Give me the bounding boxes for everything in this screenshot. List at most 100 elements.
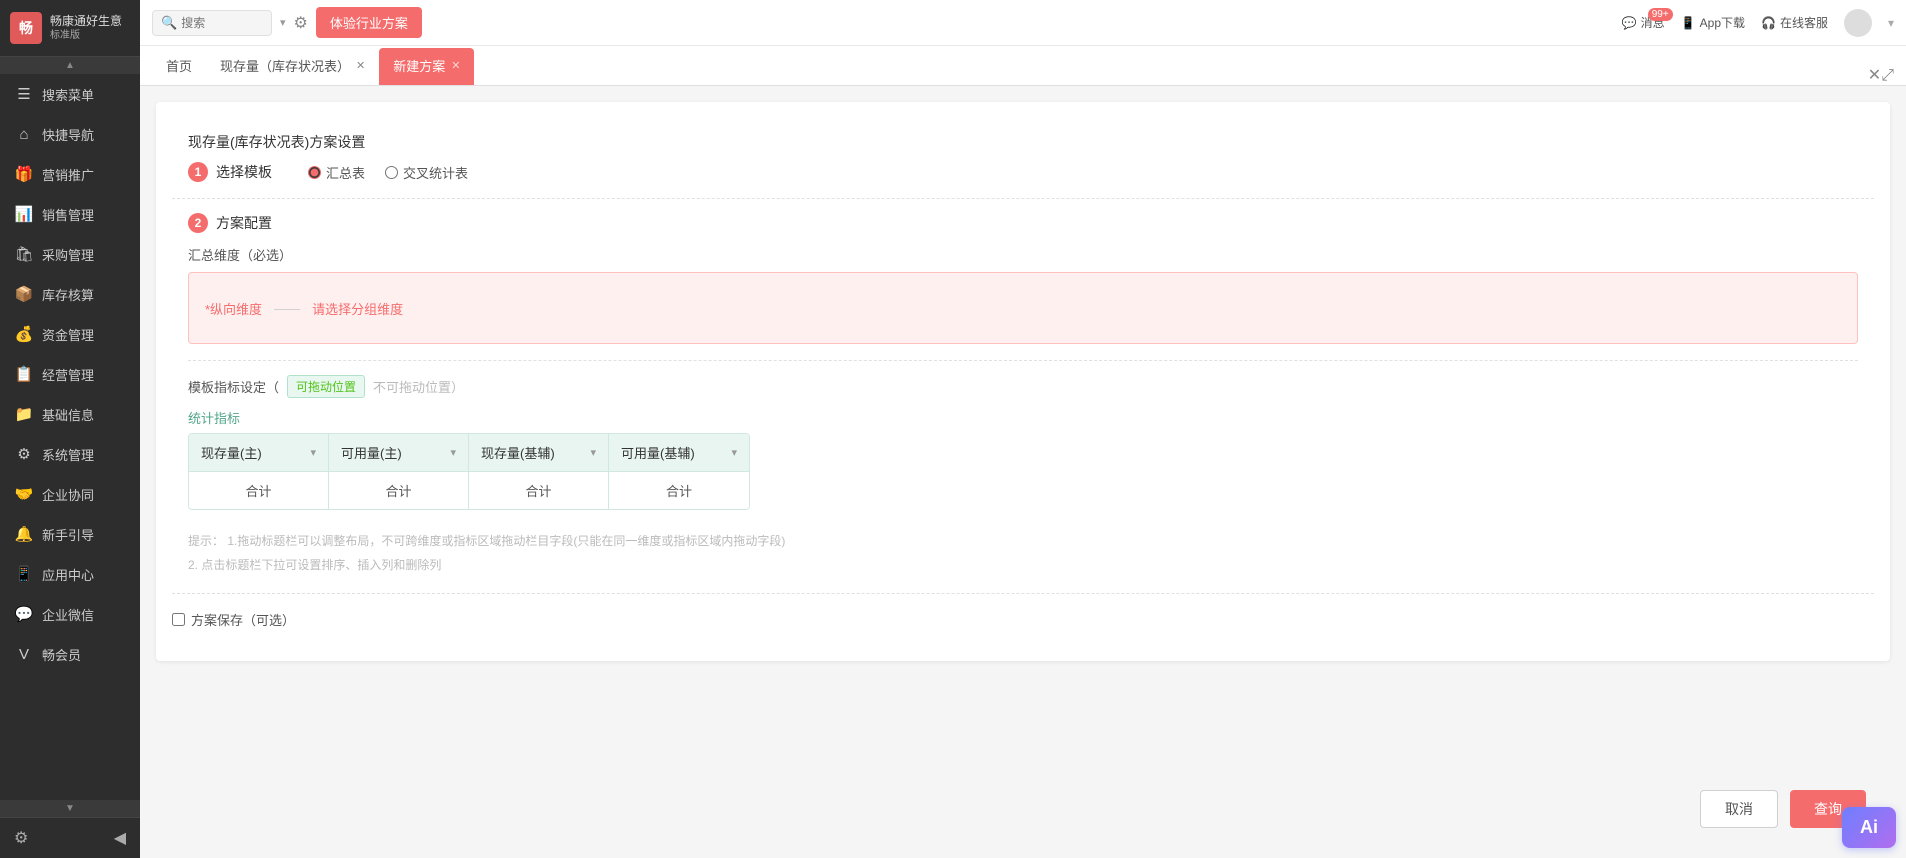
management-icon: 📋 [14, 364, 34, 384]
sidebar-item-purchase[interactable]: 🛍 采购管理 [0, 234, 140, 274]
sidebar-item-app-center[interactable]: 📱 应用中心 [0, 554, 140, 594]
dim-label: 汇总维度（必选） [188, 245, 1858, 264]
sidebar-item-inventory[interactable]: 📦 库存核算 [0, 274, 140, 314]
section1-title: 选择模板 [216, 162, 272, 182]
ai-button[interactable]: Ai [1842, 807, 1896, 848]
sidebar-footer: ⚙ ◀ [0, 817, 140, 858]
hint-title: 提示： 1.拖动标题栏可以调整布局，不可跨维度或指标区域拖动栏目字段(只能在同一… [188, 529, 1858, 553]
radio-cross[interactable]: 交叉统计表 [385, 163, 468, 182]
col-header-3[interactable]: 可用量(基辅) ▾ [609, 434, 749, 471]
col-header-2[interactable]: 现存量(基辅) ▾ [469, 434, 609, 471]
topbar-online-service[interactable]: 🎧 在线客服 [1761, 14, 1828, 31]
radio-summary[interactable]: 汇总表 [308, 163, 365, 182]
sidebar-item-sales[interactable]: 📊 销售管理 [0, 194, 140, 234]
system-icon: ⚙ [14, 444, 34, 464]
section2-header: 2 方案配置 [188, 213, 1858, 233]
draggable-badge: 可拖动位置 [287, 375, 365, 398]
dim-dash: —— [274, 301, 300, 316]
save-checkbox[interactable] [172, 613, 185, 626]
topbar-search-input[interactable] [181, 16, 261, 30]
col-header-1[interactable]: 可用量(主) ▾ [329, 434, 469, 471]
tab-new-plan-close-icon[interactable]: ✕ [451, 59, 460, 72]
radio-summary-input[interactable] [308, 166, 321, 179]
content-area: 现存量(库存状况表)方案设置 1 选择模板 汇总表 交叉统计表 [140, 86, 1906, 858]
stats-table-body: 合计 合计 合计 合计 [189, 471, 749, 509]
sidebar-item-marketing[interactable]: 🎁 营销推广 [0, 154, 140, 194]
tab-inventory-close-icon[interactable]: ✕ [356, 59, 365, 72]
service-icon: 🎧 [1761, 16, 1776, 30]
username[interactable]: ▾ [1888, 16, 1894, 30]
tab-inventory-status[interactable]: 现存量（库存状况表） ✕ [206, 48, 379, 85]
sidebar-item-quicknav[interactable]: ⌂ 快捷导航 [0, 114, 140, 154]
main-area: 🔍 ▾ ⚙ 体验行业方案 💬 消息 99+ 📱 App下载 🎧 在线客服 ▾ [140, 0, 1906, 858]
sidebar-scroll-up[interactable]: ▲ [0, 57, 140, 74]
brand-icon: 畅 [10, 12, 42, 44]
topbar-search-box: 🔍 [152, 10, 272, 36]
section2-title: 方案配置 [216, 213, 272, 233]
hint-box: 提示： 1.拖动标题栏可以调整布局，不可跨维度或指标区域拖动栏目字段(只能在同一… [188, 529, 1858, 577]
window-close-btn[interactable]: ✕ [1868, 65, 1881, 85]
topbar-dropdown-arrow[interactable]: ▾ [280, 16, 286, 29]
divider-1 [172, 198, 1874, 199]
template-options: 汇总表 交叉统计表 [308, 163, 468, 182]
col-dropdown-3[interactable]: ▾ [731, 446, 737, 459]
sidebar-item-member[interactable]: V 畅会员 [0, 634, 140, 674]
sidebar-item-cooperation[interactable]: 🤝 企业协同 [0, 474, 140, 514]
gift-icon: 🎁 [14, 164, 34, 184]
stats-table-header: 现存量(主) ▾ 可用量(主) ▾ 现存量(基辅) ▾ 可用量(基辅) [189, 434, 749, 471]
divider-3 [172, 593, 1874, 594]
tab-new-plan[interactable]: 新建方案 ✕ [379, 48, 474, 85]
footer-settings-icon[interactable]: ⚙ [14, 828, 28, 848]
section2-num: 2 [188, 213, 208, 233]
footer-collapse-icon[interactable]: ◀ [114, 828, 126, 848]
hint-2: 2. 点击标题栏下拉可设置排序、插入列和删除列 [188, 553, 1858, 577]
sales-icon: 📊 [14, 204, 34, 224]
app-icon: 📱 [1681, 16, 1696, 30]
sidebar-item-wechat[interactable]: 💬 企业微信 [0, 594, 140, 634]
sidebar-item-basic-info[interactable]: 📁 基础信息 [0, 394, 140, 434]
cancel-button[interactable]: 取消 [1700, 790, 1778, 828]
radio-cross-input[interactable] [385, 166, 398, 179]
cell-1: 合计 [329, 472, 469, 509]
topbar-settings-icon[interactable]: ⚙ [294, 13, 308, 33]
topbar-messages[interactable]: 💬 消息 99+ [1622, 14, 1665, 31]
sidebar: 畅 畅康通好生意 标准版 ▲ ☰ 搜索菜单 ⌂ 快捷导航 🎁 营销推广 📊 销售… [0, 0, 140, 858]
col-dropdown-0[interactable]: ▾ [310, 446, 316, 459]
stats-section-label: 统计指标 [188, 408, 1858, 427]
tab-home[interactable]: 首页 [152, 48, 206, 85]
dim-required-star: *纵向维度 [205, 299, 262, 318]
user-avatar[interactable] [1844, 9, 1872, 37]
guide-icon: 🔔 [14, 524, 34, 544]
section-plan-config: 2 方案配置 汇总维度（必选） *纵向维度 —— 请选择分组维度 模板指标设定（… [188, 213, 1858, 577]
topbar-app-download[interactable]: 📱 App下载 [1681, 14, 1745, 31]
search-menu-icon: ☰ [14, 84, 34, 104]
topbar-search-icon: 🔍 [161, 15, 177, 31]
topbar: 🔍 ▾ ⚙ 体验行业方案 💬 消息 99+ 📱 App下载 🎧 在线客服 ▾ [140, 0, 1906, 46]
sidebar-item-search[interactable]: ☰ 搜索菜单 [0, 74, 140, 114]
cell-2: 合计 [469, 472, 609, 509]
tabbar: 首页 现存量（库存状况表） ✕ 新建方案 ✕ ✕ ⤢ [140, 46, 1906, 86]
dim-placeholder[interactable]: 请选择分组维度 [312, 299, 403, 318]
sidebar-item-finance[interactable]: 💰 资金管理 [0, 314, 140, 354]
brand-text: 畅康通好生意 标准版 [50, 13, 122, 44]
dimension-box: *纵向维度 —— 请选择分组维度 [188, 272, 1858, 344]
save-option[interactable]: 方案保存（可选） [172, 610, 1874, 629]
divider-2 [188, 360, 1858, 361]
sidebar-scroll-down[interactable]: ▼ [0, 800, 140, 817]
message-icon: 💬 [1622, 16, 1637, 30]
cell-3: 合计 [609, 472, 749, 509]
app-center-icon: 📱 [14, 564, 34, 584]
messages-badge: 99+ [1648, 8, 1673, 21]
col-dropdown-1[interactable]: ▾ [450, 446, 456, 459]
sidebar-item-management[interactable]: 📋 经营管理 [0, 354, 140, 394]
sidebar-item-system[interactable]: ⚙ 系统管理 [0, 434, 140, 474]
section1-num: 1 [188, 162, 208, 182]
window-expand-btn[interactable]: ⤢ [1881, 67, 1894, 85]
sidebar-logo: 畅 畅康通好生意 标准版 [0, 0, 140, 57]
sidebar-item-guide[interactable]: 🔔 新手引导 [0, 514, 140, 554]
trial-btn[interactable]: 体验行业方案 [316, 7, 422, 38]
cooperation-icon: 🤝 [14, 484, 34, 504]
col-dropdown-2[interactable]: ▾ [590, 446, 596, 459]
col-header-0[interactable]: 现存量(主) ▾ [189, 434, 329, 471]
indicator-settings-label: 模板指标设定（ 可拖动位置 不可拖动位置） [188, 375, 1858, 398]
